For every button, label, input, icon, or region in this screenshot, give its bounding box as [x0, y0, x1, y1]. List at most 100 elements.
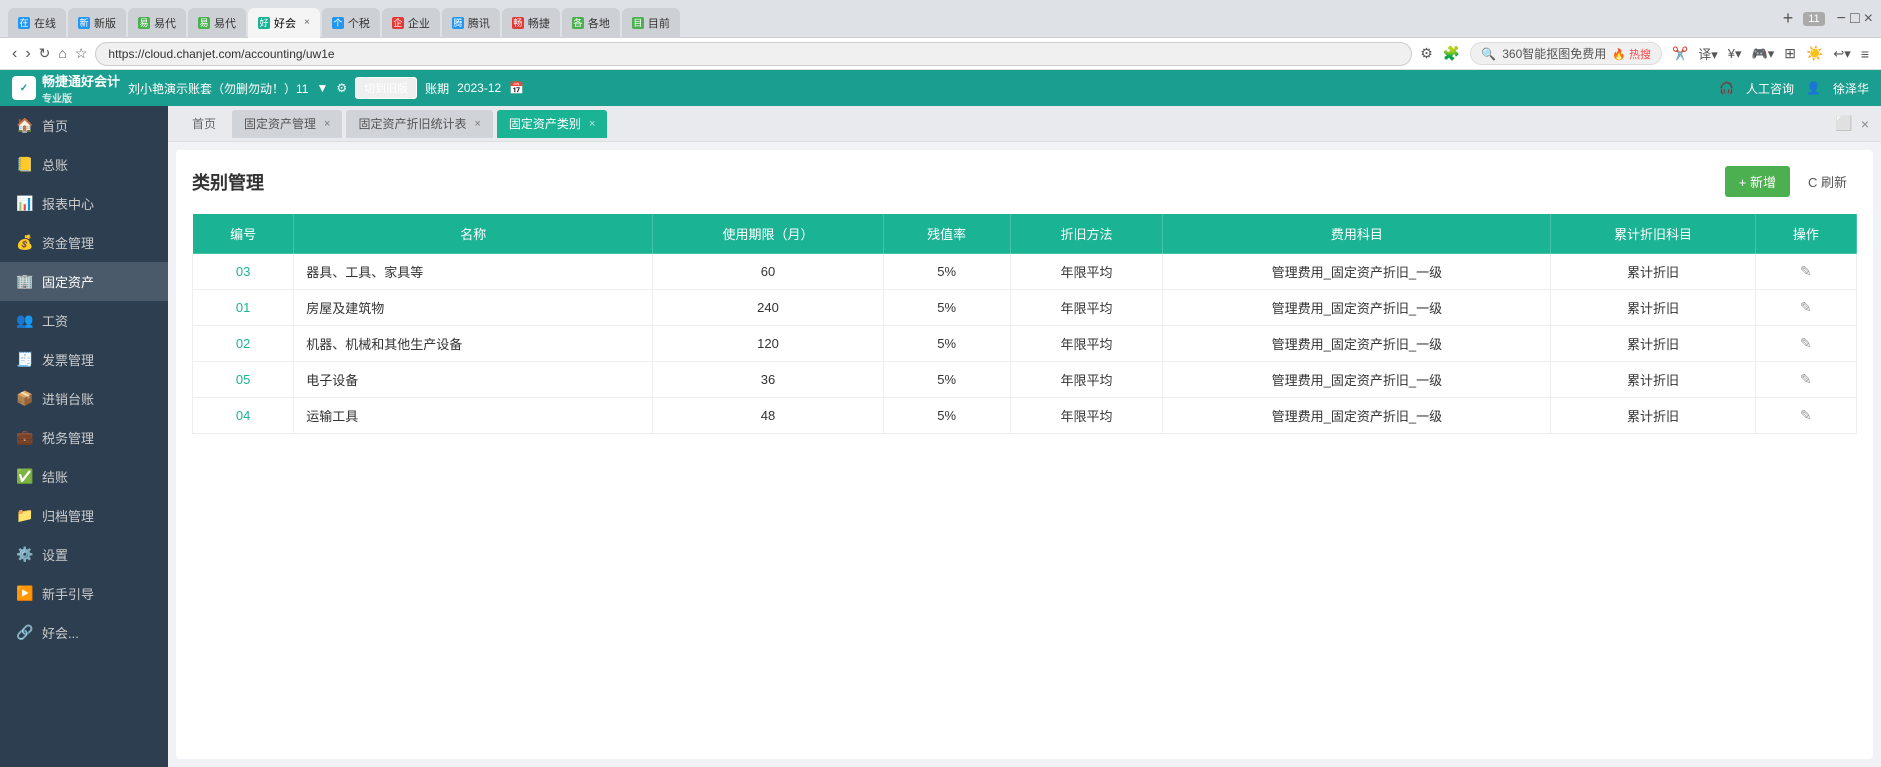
- category-table: 编号名称使用期限（月）残值率折旧方法费用科目累计折旧科目操作 03 器具、工具、…: [192, 213, 1857, 434]
- sidebar-item-reports[interactable]: 📊报表中心: [0, 184, 168, 223]
- cell-actions-4: ✎: [1755, 398, 1856, 434]
- cell-code-1[interactable]: 01: [193, 290, 294, 326]
- extensions-btn[interactable]: 🧩: [1443, 45, 1460, 62]
- edit-icon-3[interactable]: ✎: [1800, 371, 1812, 387]
- browser-tab-tab7[interactable]: 企企业: [382, 8, 440, 38]
- sidebar-item-invoice[interactable]: 🧾发票管理: [0, 340, 168, 379]
- sidebar-icon-assets: 🏢: [16, 273, 34, 291]
- browser-tab-tab4[interactable]: 易易代: [188, 8, 246, 38]
- cell-accumulated-0: 累计折旧: [1551, 254, 1755, 290]
- game-icon[interactable]: 🎮▾: [1752, 46, 1775, 62]
- site-tools-btn[interactable]: ⚙: [1420, 45, 1433, 62]
- maximize-btn[interactable]: □: [1850, 10, 1860, 28]
- col-使用期限（月）: 使用期限（月）: [653, 214, 883, 254]
- browser-tab-tab6[interactable]: 个个税: [322, 8, 380, 38]
- sidebar-item-archive[interactable]: 📁归档管理: [0, 496, 168, 535]
- sidebar-icon-archive: 📁: [16, 507, 34, 525]
- browser-tab-tab2[interactable]: 新新版: [68, 8, 126, 38]
- sidebar-icon-guide: ▶️: [16, 585, 34, 603]
- page-tab-depreciation[interactable]: 固定资产折旧统计表×: [346, 110, 492, 138]
- dropdown-arrow[interactable]: ▼: [316, 81, 328, 95]
- sidebar-item-more[interactable]: 🔗好会...: [0, 613, 168, 652]
- cut-icon[interactable]: ✂️: [1672, 46, 1688, 62]
- forward-btn[interactable]: ›: [25, 45, 30, 63]
- calendar-icon[interactable]: 📅: [509, 81, 524, 95]
- username-label: 徐泽华: [1833, 80, 1869, 97]
- help-label[interactable]: 人工咨询: [1746, 80, 1794, 97]
- new-tab-btn[interactable]: +: [1777, 8, 1800, 29]
- minimize-btn[interactable]: −: [1837, 10, 1846, 28]
- tab-close-all-icon[interactable]: ×: [1861, 116, 1869, 132]
- period-label: 账期: [425, 80, 449, 97]
- tab-close-category[interactable]: ×: [589, 118, 595, 130]
- col-操作: 操作: [1755, 214, 1856, 254]
- sidebar-item-home[interactable]: 🏠首页: [0, 106, 168, 145]
- tab-expand-icon[interactable]: ⬜: [1835, 115, 1852, 132]
- edit-icon-2[interactable]: ✎: [1800, 335, 1812, 351]
- cell-code-3[interactable]: 05: [193, 362, 294, 398]
- cell-name-4: 运输工具: [294, 398, 653, 434]
- bookmark-btn[interactable]: ☆: [75, 45, 88, 63]
- sidebar-icon-funds: 💰: [16, 234, 34, 252]
- cell-method-4: 年限平均: [1010, 398, 1163, 434]
- sidebar-label-invoice: 发票管理: [42, 350, 94, 369]
- page-content: 类别管理 + 新增 C 刷新 编号名称使用期限（月）残值率折旧方法费用科目累计折…: [176, 150, 1873, 759]
- settings-gear-icon[interactable]: ⚙: [336, 81, 347, 95]
- browser-tab-tab1[interactable]: 在在线: [8, 8, 66, 38]
- browser-tab-tab9[interactable]: 畅畅捷: [502, 8, 560, 38]
- reload-btn[interactable]: ↻: [39, 45, 51, 63]
- sidebar-item-settle[interactable]: ✅结账: [0, 457, 168, 496]
- back-btn[interactable]: ‹: [12, 45, 17, 63]
- grid-icon[interactable]: ⊞: [1784, 45, 1796, 62]
- browser-tab-tab11[interactable]: 目目前: [622, 8, 680, 38]
- address-input[interactable]: [95, 42, 1412, 66]
- switch-version-btn[interactable]: 切到旧版: [355, 77, 417, 99]
- sidebar-label-settings: 设置: [42, 545, 68, 564]
- toolbar-icons: ⚙ 🧩 🔍 360智能抠图免费用 🔥 热搜 ✂️ 译▾ ¥▾ 🎮▾ ⊞ ☀️ ↩…: [1420, 42, 1869, 65]
- sidebar-item-general[interactable]: 📒总账: [0, 145, 168, 184]
- sidebar-item-settings[interactable]: ⚙️设置: [0, 535, 168, 574]
- sidebar-icon-general: 📒: [16, 156, 34, 174]
- page-tab-category[interactable]: 固定资产类别×: [497, 110, 607, 138]
- translate-icon[interactable]: 译▾: [1698, 44, 1718, 63]
- sidebar-item-assets[interactable]: 🏢固定资产: [0, 262, 168, 301]
- close-btn[interactable]: ×: [1864, 10, 1873, 28]
- browser-tab-list: 在在线新新版易易代易易代好好会×个个税企企业腾腾讯畅畅捷各各地目目前: [8, 0, 1773, 38]
- sidebar-item-guide[interactable]: ▶️新手引导: [0, 574, 168, 613]
- browser-tab-tab8[interactable]: 腾腾讯: [442, 8, 500, 38]
- undo-btn[interactable]: ↩▾: [1833, 46, 1850, 62]
- menu-btn[interactable]: ≡: [1861, 46, 1869, 62]
- cell-code-4[interactable]: 04: [193, 398, 294, 434]
- cell-period-4: 48: [653, 398, 883, 434]
- col-折旧方法: 折旧方法: [1010, 214, 1163, 254]
- cell-expense-1: 管理费用_固定资产折旧_一级: [1163, 290, 1551, 326]
- cell-code-2[interactable]: 02: [193, 326, 294, 362]
- refresh-btn[interactable]: C 刷新: [1798, 166, 1857, 197]
- sidebar-item-funds[interactable]: 💰资金管理: [0, 223, 168, 262]
- sidebar-item-payroll[interactable]: 👥工资: [0, 301, 168, 340]
- sidebar-item-tax[interactable]: 💼税务管理: [0, 418, 168, 457]
- browser-tab-tab10[interactable]: 各各地: [562, 8, 620, 38]
- home-btn[interactable]: ⌂: [58, 45, 66, 63]
- edit-icon-0[interactable]: ✎: [1800, 263, 1812, 279]
- sidebar-icon-settle: ✅: [16, 468, 34, 486]
- browser-tab-tab3[interactable]: 易易代: [128, 8, 186, 38]
- cell-code-0[interactable]: 03: [193, 254, 294, 290]
- add-btn[interactable]: + 新增: [1725, 166, 1790, 197]
- brightness-icon[interactable]: ☀️: [1806, 45, 1823, 62]
- user-account-info: 刘小艳演示账套（勿删勿动！）11: [128, 80, 308, 97]
- tab-close-asset-mgmt[interactable]: ×: [324, 118, 330, 130]
- tab-close-depreciation[interactable]: ×: [474, 118, 480, 130]
- edit-icon-4[interactable]: ✎: [1800, 407, 1812, 423]
- col-累计折旧科目: 累计折旧科目: [1551, 214, 1755, 254]
- tab-count-badge: 11: [1803, 12, 1824, 26]
- navigation-buttons: ‹ › ↻ ⌂ ☆: [12, 45, 87, 63]
- sidebar-item-inventory[interactable]: 📦进销台账: [0, 379, 168, 418]
- sidebar: 🏠首页📒总账📊报表中心💰资金管理🏢固定资产👥工资🧾发票管理📦进销台账💼税务管理✅…: [0, 106, 168, 767]
- sidebar-label-payroll: 工资: [42, 311, 68, 330]
- content-area: 首页固定资产管理×固定资产折旧统计表×固定资产类别×⬜× 类别管理 + 新增 C…: [168, 106, 1881, 767]
- page-tab-asset-mgmt[interactable]: 固定资产管理×: [232, 110, 342, 138]
- wallet-icon[interactable]: ¥▾: [1728, 46, 1742, 62]
- edit-icon-1[interactable]: ✎: [1800, 299, 1812, 315]
- browser-tab-tab5[interactable]: 好好会×: [248, 8, 320, 38]
